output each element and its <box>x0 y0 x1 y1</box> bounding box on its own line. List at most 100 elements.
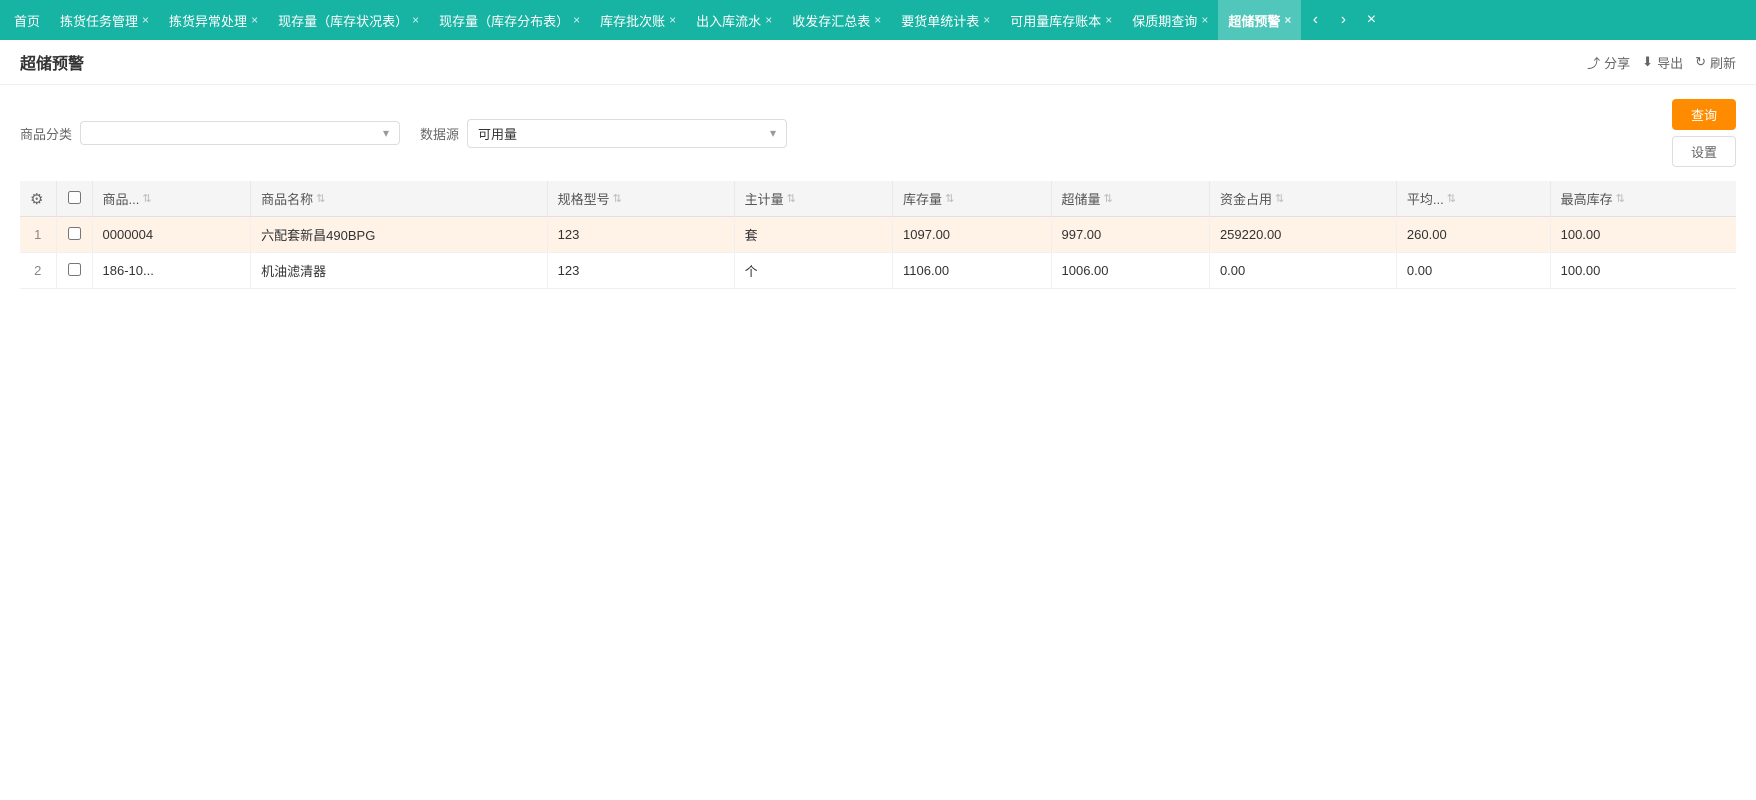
nav-close-over-stock[interactable]: × <box>1284 13 1291 27</box>
row-num: 1 <box>20 217 56 253</box>
sort-icon-unit: ⇅ <box>787 192 796 205</box>
cell-avg: 0.00 <box>1396 253 1550 289</box>
query-button[interactable]: 查询 <box>1672 99 1736 130</box>
export-button[interactable]: ⬇ 导出 <box>1642 53 1683 72</box>
nav-item-task[interactable]: 拣货任务管理 × <box>50 0 159 40</box>
th-over[interactable]: 超储量 ⇅ <box>1051 181 1209 217</box>
sort-icon-capital: ⇅ <box>1275 192 1284 205</box>
table-row: 1 0000004 六配套新昌490BPG 123 套 1097.00 997.… <box>20 217 1736 253</box>
datasource-select[interactable]: 可用量 ▾ <box>467 119 787 148</box>
nav-close-abnormal[interactable]: × <box>251 13 258 27</box>
cell-over: 1006.00 <box>1051 253 1209 289</box>
th-avg[interactable]: 平均... ⇅ <box>1396 181 1550 217</box>
table-row: 2 186-10... 机油滤清器 123 个 1106.00 1006.00 … <box>20 253 1736 289</box>
cell-stock: 1106.00 <box>893 253 1051 289</box>
nav-item-order-stat[interactable]: 要货单统计表 × <box>891 0 1000 40</box>
header-actions: ⤴ 分享 ⬇ 导出 ↻ 刷新 <box>1587 53 1736 72</box>
category-chevron-icon: ▾ <box>383 126 389 140</box>
th-max[interactable]: 最高库存 ⇅ <box>1550 181 1736 217</box>
row-checkbox-cell <box>56 253 92 289</box>
sort-icon-avg: ⇅ <box>1447 192 1456 205</box>
settings-button[interactable]: 设置 <box>1672 136 1736 167</box>
category-select[interactable]: ▾ <box>80 121 400 145</box>
nav-close-avail-stock[interactable]: × <box>1105 13 1112 27</box>
page-header: 超储预警 ⤴ 分享 ⬇ 导出 ↻ 刷新 <box>0 40 1756 85</box>
cell-unit: 个 <box>734 253 892 289</box>
cell-capital: 0.00 <box>1209 253 1396 289</box>
th-sort-over[interactable]: 超储量 ⇅ <box>1062 189 1113 208</box>
cell-over: 997.00 <box>1051 217 1209 253</box>
nav-item-collect[interactable]: 收发存汇总表 × <box>782 0 891 40</box>
th-product-name[interactable]: 商品名称 ⇅ <box>251 181 547 217</box>
nav-item-batch[interactable]: 库存批次账 × <box>590 0 686 40</box>
nav-close-stock-dist[interactable]: × <box>573 13 580 27</box>
nav-close-batch[interactable]: × <box>669 13 676 27</box>
cell-max: 100.00 <box>1550 217 1736 253</box>
th-sort-product-code[interactable]: 商品... ⇅ <box>103 189 152 208</box>
nav-close-order-stat[interactable]: × <box>983 13 990 27</box>
cell-stock: 1097.00 <box>893 217 1051 253</box>
sort-icon-product-code: ⇅ <box>142 192 151 205</box>
nav-close-stock-status[interactable]: × <box>412 13 419 27</box>
nav-close-inout[interactable]: × <box>765 13 772 27</box>
nav-item-stock-dist[interactable]: 现存量（库存分布表） × <box>429 0 590 40</box>
th-sort-capital[interactable]: 资金占用 ⇅ <box>1220 189 1284 208</box>
row-checkbox[interactable] <box>68 263 81 276</box>
row-checkbox-cell <box>56 217 92 253</box>
sort-icon-over: ⇅ <box>1104 192 1113 205</box>
th-stock[interactable]: 库存量 ⇅ <box>893 181 1051 217</box>
nav-item-abnormal[interactable]: 拣货异常处理 × <box>159 0 268 40</box>
th-sort-stock[interactable]: 库存量 ⇅ <box>903 189 954 208</box>
th-sort-unit[interactable]: 主计量 ⇅ <box>745 189 796 208</box>
nav-close-collect[interactable]: × <box>874 13 881 27</box>
th-sort-avg[interactable]: 平均... ⇅ <box>1407 189 1456 208</box>
nav-close-task[interactable]: × <box>142 13 149 27</box>
datasource-select-value: 可用量 <box>478 124 517 143</box>
nav-item-avail-stock[interactable]: 可用量库存账本 × <box>1000 0 1122 40</box>
category-filter-group: 商品分类 ▾ <box>20 121 400 145</box>
sort-icon-product-name: ⇅ <box>316 192 325 205</box>
select-all-checkbox[interactable] <box>68 191 81 204</box>
th-unit[interactable]: 主计量 ⇅ <box>734 181 892 217</box>
filter-area: 商品分类 ▾ 数据源 可用量 ▾ 查询 设置 <box>0 85 1756 181</box>
th-gear: ⚙ <box>20 181 56 217</box>
cell-product-name: 六配套新昌490BPG <box>251 217 547 253</box>
nav-arrow-right[interactable]: › <box>1329 0 1357 40</box>
column-settings-button[interactable]: ⚙ <box>30 190 43 208</box>
cell-spec: 123 <box>547 217 734 253</box>
th-capital[interactable]: 资金占用 ⇅ <box>1209 181 1396 217</box>
cell-max: 100.00 <box>1550 253 1736 289</box>
nav-item-stock-status[interactable]: 现存量（库存状况表） × <box>268 0 429 40</box>
nav-arrow-left[interactable]: ‹ <box>1301 0 1329 40</box>
sort-icon-stock: ⇅ <box>945 192 954 205</box>
cell-unit: 套 <box>734 217 892 253</box>
row-num: 2 <box>20 253 56 289</box>
row-checkbox[interactable] <box>68 227 81 240</box>
cell-product-code: 186-10... <box>92 253 251 289</box>
datasource-chevron-icon: ▾ <box>770 126 776 140</box>
table-body: 1 0000004 六配套新昌490BPG 123 套 1097.00 997.… <box>20 217 1736 289</box>
nav-item-over-stock[interactable]: 超储预警 × <box>1218 0 1301 40</box>
page-title: 超储预警 <box>20 50 84 74</box>
category-label: 商品分类 <box>20 124 72 143</box>
refresh-button[interactable]: ↻ 刷新 <box>1695 53 1736 72</box>
th-sort-spec[interactable]: 规格型号 ⇅ <box>558 189 622 208</box>
table-header-row: ⚙ 商品... ⇅ 商品名称 ⇅ <box>20 181 1736 217</box>
nav-item-quality[interactable]: 保质期查询 × <box>1122 0 1218 40</box>
datasource-filter-group: 数据源 可用量 ▾ <box>420 119 787 148</box>
top-navigation: 首页 拣货任务管理 × 拣货异常处理 × 现存量（库存状况表） × 现存量（库存… <box>0 0 1756 40</box>
cell-avg: 260.00 <box>1396 217 1550 253</box>
nav-arrow-close-all[interactable]: × <box>1357 0 1385 40</box>
th-sort-max[interactable]: 最高库存 ⇅ <box>1561 189 1625 208</box>
th-spec[interactable]: 规格型号 ⇅ <box>547 181 734 217</box>
th-product-code[interactable]: 商品... ⇅ <box>92 181 251 217</box>
nav-item-home[interactable]: 首页 <box>4 0 50 40</box>
table-container: ⚙ 商品... ⇅ 商品名称 ⇅ <box>0 181 1756 289</box>
nav-item-inout[interactable]: 出入库流水 × <box>686 0 782 40</box>
share-button[interactable]: ⤴ 分享 <box>1587 53 1630 72</box>
sort-icon-max: ⇅ <box>1616 192 1625 205</box>
th-sort-product-name[interactable]: 商品名称 ⇅ <box>261 189 325 208</box>
share-icon: ⤴ <box>1587 53 1600 72</box>
nav-close-quality[interactable]: × <box>1201 13 1208 27</box>
refresh-icon: ↻ <box>1695 54 1706 70</box>
